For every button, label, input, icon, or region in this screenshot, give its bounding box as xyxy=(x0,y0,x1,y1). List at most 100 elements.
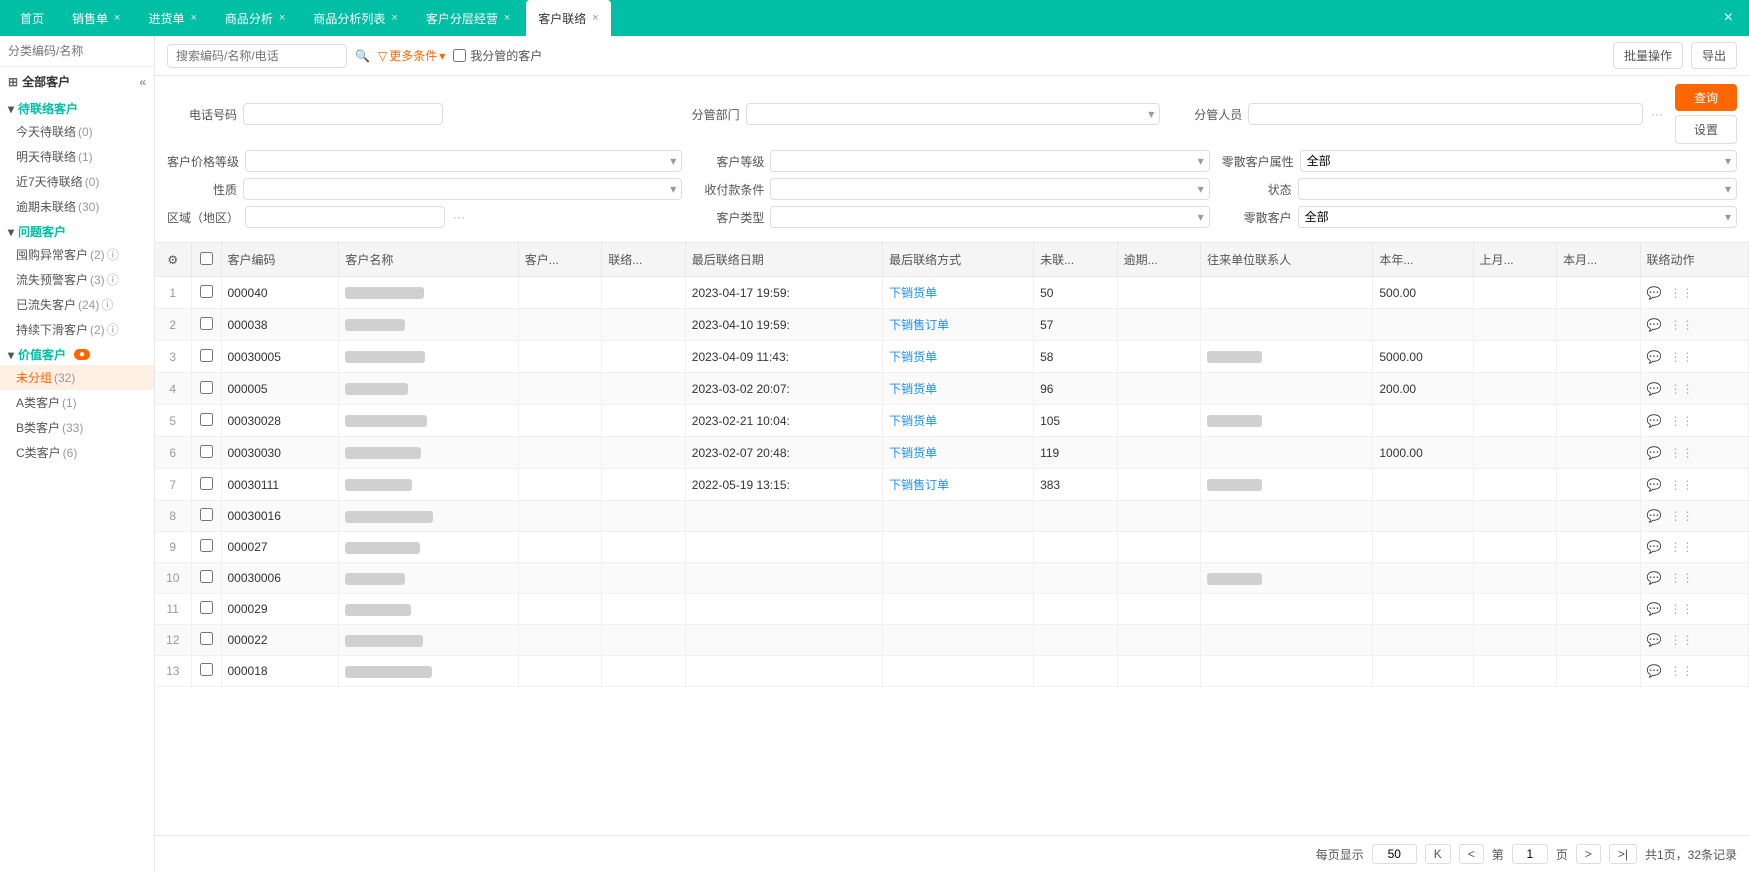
nature-select[interactable] xyxy=(243,178,682,200)
sidebar-item-class-c[interactable]: C类客户 (6) xyxy=(0,440,154,465)
cell-checkbox[interactable] xyxy=(191,469,221,501)
contact-icon[interactable]: 💬 xyxy=(1647,350,1662,364)
retail-attr-select[interactable]: 全部 xyxy=(1300,150,1737,172)
cell-checkbox[interactable] xyxy=(191,594,221,625)
dept-select[interactable] xyxy=(746,103,1161,125)
sidebar-item-class-b[interactable]: B类客户 (33) xyxy=(0,415,154,440)
row-checkbox[interactable] xyxy=(200,539,213,552)
cell-checkbox[interactable] xyxy=(191,656,221,687)
person-input[interactable] xyxy=(1248,103,1643,125)
region-more-icon[interactable]: ··· xyxy=(453,210,465,224)
contact-icon[interactable]: 💬 xyxy=(1647,382,1662,396)
contact-icon[interactable]: 💬 xyxy=(1647,318,1662,332)
cell-checkbox[interactable] xyxy=(191,277,221,309)
nav-product-analysis[interactable]: 商品分析 × xyxy=(213,0,297,36)
price-level-select[interactable] xyxy=(245,150,682,172)
contact-icon[interactable]: 💬 xyxy=(1647,571,1662,585)
query-button[interactable]: 查询 xyxy=(1675,84,1737,111)
more-action-icon[interactable]: ⋮⋮ xyxy=(1669,414,1693,428)
row-checkbox[interactable] xyxy=(200,349,213,362)
method-link[interactable]: 下销货单 xyxy=(889,286,937,300)
row-checkbox[interactable] xyxy=(200,317,213,330)
more-action-icon[interactable]: ⋮⋮ xyxy=(1669,382,1693,396)
contact-icon[interactable]: 💬 xyxy=(1647,509,1662,523)
more-action-icon[interactable]: ⋮⋮ xyxy=(1669,286,1693,300)
more-action-icon[interactable]: ⋮⋮ xyxy=(1669,446,1693,460)
more-action-icon[interactable]: ⋮⋮ xyxy=(1669,664,1693,678)
cell-checkbox[interactable] xyxy=(191,501,221,532)
nav-sales-close[interactable]: × xyxy=(114,12,120,24)
cell-checkbox[interactable] xyxy=(191,563,221,594)
nav-contact-close[interactable]: × xyxy=(592,12,598,24)
cell-checkbox[interactable] xyxy=(191,532,221,563)
row-checkbox[interactable] xyxy=(200,632,213,645)
row-checkbox[interactable] xyxy=(200,445,213,458)
more-action-icon[interactable]: ⋮⋮ xyxy=(1669,602,1693,616)
more-action-icon[interactable]: ⋮⋮ xyxy=(1669,633,1693,647)
sidebar-item-class-a[interactable]: A类客户 (1) xyxy=(0,390,154,415)
prev-page-button[interactable]: < xyxy=(1459,844,1484,864)
all-customers-header[interactable]: ⊞ 全部客户 « xyxy=(0,67,154,96)
sidebar-item-churned[interactable]: 已流失客户 (24) ⓘ xyxy=(0,292,154,317)
my-customers-check[interactable] xyxy=(453,49,466,62)
pay-terms-select[interactable] xyxy=(770,178,1209,200)
search-input[interactable] xyxy=(167,44,347,68)
method-link[interactable]: 下销货单 xyxy=(889,350,937,364)
row-checkbox[interactable] xyxy=(200,570,213,583)
nav-home[interactable]: 首页 xyxy=(8,0,56,36)
collapse-icon[interactable]: « xyxy=(139,75,146,89)
row-checkbox[interactable] xyxy=(200,413,213,426)
contact-icon[interactable]: 💬 xyxy=(1647,664,1662,678)
cell-checkbox[interactable] xyxy=(191,309,221,341)
page-size-input[interactable] xyxy=(1372,844,1417,864)
first-page-button[interactable]: K xyxy=(1425,844,1451,864)
batch-op-button[interactable]: 批量操作 xyxy=(1613,42,1683,69)
more-action-icon[interactable]: ⋮⋮ xyxy=(1669,509,1693,523)
nav-purchase-close[interactable]: × xyxy=(190,12,196,24)
current-page-input[interactable] xyxy=(1512,844,1548,864)
more-conditions-button[interactable]: ▽ 更多条件 ▾ xyxy=(378,47,445,64)
more-action-icon[interactable]: ⋮⋮ xyxy=(1669,478,1693,492)
contact-icon[interactable]: 💬 xyxy=(1647,414,1662,428)
sidebar-item-churn-warning[interactable]: 流失预警客户 (3) ⓘ xyxy=(0,267,154,292)
customer-level-select[interactable] xyxy=(770,150,1209,172)
last-page-button[interactable]: >| xyxy=(1609,844,1637,864)
contact-icon[interactable]: 💬 xyxy=(1647,286,1662,300)
close-all-button[interactable]: × xyxy=(1716,5,1741,31)
export-button[interactable]: 导出 xyxy=(1691,42,1737,69)
sidebar-item-declining[interactable]: 持续下滑客户 (2) ⓘ xyxy=(0,317,154,342)
col-checkbox[interactable] xyxy=(191,243,221,277)
region-input[interactable] xyxy=(245,206,445,228)
phone-input[interactable] xyxy=(243,103,443,125)
nav-product-analysis-close[interactable]: × xyxy=(279,12,285,24)
status-select[interactable] xyxy=(1298,178,1737,200)
nav-segment-close[interactable]: × xyxy=(504,12,510,24)
cell-checkbox[interactable] xyxy=(191,373,221,405)
sidebar-item-today-pending[interactable]: 今天待联络 (0) xyxy=(0,119,154,144)
row-checkbox[interactable] xyxy=(200,508,213,521)
cell-checkbox[interactable] xyxy=(191,405,221,437)
sidebar-item-ungroup[interactable]: 未分组 (32) xyxy=(0,365,154,390)
method-link[interactable]: 下销货单 xyxy=(889,414,937,428)
more-action-icon[interactable]: ⋮⋮ xyxy=(1669,571,1693,585)
row-checkbox[interactable] xyxy=(200,663,213,676)
nav-purchase[interactable]: 进货单 × xyxy=(136,0,208,36)
search-icon[interactable]: 🔍 xyxy=(355,49,370,63)
row-checkbox[interactable] xyxy=(200,285,213,298)
nav-product-analysis-list[interactable]: 商品分析列表 × xyxy=(301,0,409,36)
contact-icon[interactable]: 💬 xyxy=(1647,540,1662,554)
cell-checkbox[interactable] xyxy=(191,625,221,656)
more-action-icon[interactable]: ⋮⋮ xyxy=(1669,540,1693,554)
more-action-icon[interactable]: ⋮⋮ xyxy=(1669,318,1693,332)
contact-icon[interactable]: 💬 xyxy=(1647,633,1662,647)
select-all-checkbox[interactable] xyxy=(200,252,213,265)
nav-product-list-close[interactable]: × xyxy=(391,12,397,24)
sidebar-item-7day-pending[interactable]: 近7天待联络 (0) xyxy=(0,169,154,194)
col-settings[interactable]: ⚙ xyxy=(155,243,191,277)
method-link[interactable]: 下销售订单 xyxy=(889,318,949,332)
sidebar-search-input[interactable] xyxy=(8,44,155,58)
cell-checkbox[interactable] xyxy=(191,341,221,373)
cell-checkbox[interactable] xyxy=(191,437,221,469)
method-link[interactable]: 下销售订单 xyxy=(889,478,949,492)
contact-icon[interactable]: 💬 xyxy=(1647,478,1662,492)
